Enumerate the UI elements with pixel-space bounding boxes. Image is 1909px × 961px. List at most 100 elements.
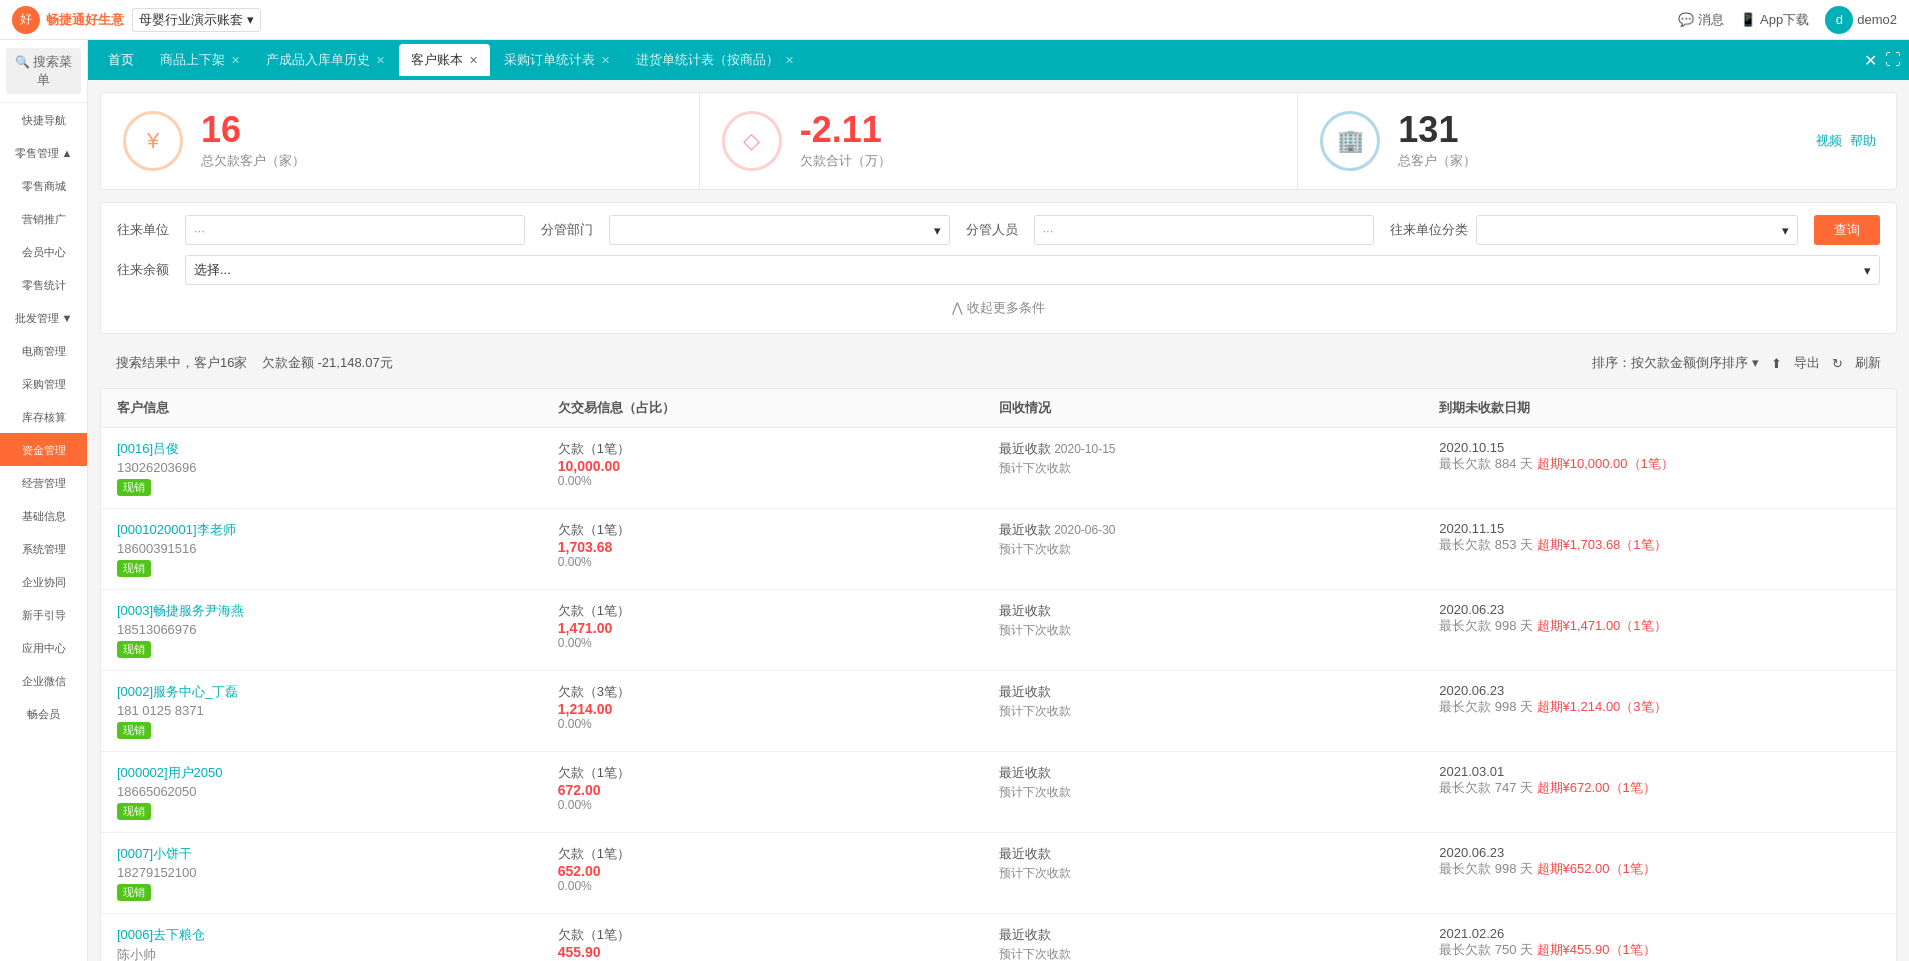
sidebar-item-ops[interactable]: 经营管理 xyxy=(0,466,87,499)
sidebar-item-retail-mgmt[interactable]: 零售管理 ▲ xyxy=(0,136,87,169)
sidebar-item-purchase[interactable]: 采购管理 xyxy=(0,367,87,400)
search-menu-btn[interactable]: 🔍 搜索菜单 xyxy=(6,48,81,94)
customer-contact-3: 181 0125 8371 xyxy=(117,703,204,718)
unit-category-arrow: ▾ xyxy=(1782,223,1789,238)
overdue-link-5[interactable]: 超期¥652.00（1笔） xyxy=(1537,861,1656,876)
sidebar-item-basic[interactable]: 基础信息 xyxy=(0,499,87,532)
debt-pct-5: 0.00% xyxy=(558,879,999,893)
customer-sub-6: 陈小帅 xyxy=(117,946,558,961)
tab-inbound-stats-close[interactable]: ✕ xyxy=(785,54,794,67)
tab-customer-account[interactable]: 客户账本 ✕ xyxy=(399,44,490,76)
source-unit-input[interactable]: ··· xyxy=(185,215,525,245)
unit-category-select[interactable]: ▾ xyxy=(1476,215,1798,245)
dept-select[interactable]: ▾ xyxy=(609,215,949,245)
sidebar-item-retail-stats[interactable]: 零售统计 xyxy=(0,268,87,301)
customer-name-4[interactable]: [000002]用户2050 xyxy=(117,764,558,782)
table-row: [0006]去下粮仓 陈小帅 现销 欠款（1笔） 455.90 0.00% 最近… xyxy=(101,914,1896,961)
tab-purchase-stats-label: 采购订单统计表 xyxy=(504,51,595,69)
sidebar-item-finance[interactable]: 资金管理 xyxy=(0,433,87,466)
header-collection: 回收情况 xyxy=(999,399,1440,417)
balance-select[interactable]: 选择... ▾ xyxy=(185,255,1880,285)
due-date-4: 2021.03.01 xyxy=(1439,764,1880,779)
tab-product-shelf[interactable]: 商品上下架 ✕ xyxy=(148,44,252,76)
sidebar-item-quick-nav[interactable]: 快捷导航 xyxy=(0,103,87,136)
sidebar-item-retail-mall[interactable]: 零售商城 xyxy=(0,169,87,202)
tab-customer-account-close[interactable]: ✕ xyxy=(469,54,478,67)
max-days-3: 最长欠款 998 天 xyxy=(1439,699,1533,714)
person-input[interactable]: ··· xyxy=(1034,215,1374,245)
export-btn[interactable]: 导出 xyxy=(1794,354,1820,372)
stat-card-3: 🏢 131 总客户（家） 视频 帮助 xyxy=(1298,93,1896,189)
stat-label-1: 总欠款客户（家） xyxy=(201,152,679,170)
sidebar-item-enterprise[interactable]: 企业协同 xyxy=(0,565,87,598)
overdue-link-3[interactable]: 超期¥1,214.00（3笔） xyxy=(1537,699,1667,714)
filter-row-1: 往来单位 ··· 分管部门 ▾ 分管人员 xyxy=(117,215,1880,245)
page-content: ¥ 16 总欠款客户（家） ◇ -2.11 欠款合计（万） xyxy=(88,80,1909,961)
stat-number-3: 131 xyxy=(1398,112,1800,148)
sidebar-item-marketing[interactable]: 营销推广 xyxy=(0,202,87,235)
store-selector[interactable]: 母婴行业演示账套 ▾ xyxy=(132,8,261,32)
overdue-link-2[interactable]: 超期¥1,471.00（1笔） xyxy=(1537,618,1667,633)
sidebar-item-batch-mgmt[interactable]: 批发管理 ▼ xyxy=(0,301,87,334)
debt-cell-0: 欠款（1笔） 10,000.00 0.00% xyxy=(558,440,999,488)
debt-amount-3: 1,214.00 xyxy=(558,701,999,717)
table-row: [0016]吕俊 13026203696 现销 欠款（1笔） 10,000.00… xyxy=(101,428,1896,509)
customer-name-3[interactable]: [0002]服务中心_丁磊 xyxy=(117,683,558,701)
overdue-info-3: 最长欠款 998 天 超期¥1,214.00（3笔） xyxy=(1439,698,1880,716)
help-link[interactable]: 帮助 xyxy=(1850,132,1876,150)
avatar-text: d xyxy=(1836,12,1843,27)
debt-count-6: 欠款（1笔） xyxy=(558,926,999,944)
search-btn[interactable]: 查询 xyxy=(1814,215,1880,245)
sort-btn[interactable]: 排序：按欠款金额倒序排序 ▾ xyxy=(1592,354,1759,372)
tab-product-history-close[interactable]: ✕ xyxy=(376,54,385,67)
tab-inbound-stats-label: 进货单统计表（按商品） xyxy=(636,51,779,69)
filter-area: 往来单位 ··· 分管部门 ▾ 分管人员 xyxy=(100,202,1897,334)
dept-arrow: ▾ xyxy=(934,223,941,238)
sidebar-item-wechat[interactable]: 企业微信 xyxy=(0,664,87,697)
customer-sub-0: 13026203696 xyxy=(117,460,558,475)
sidebar-item-app-center[interactable]: 应用中心 xyxy=(0,631,87,664)
dept-label: 分管部门 xyxy=(541,221,601,239)
filter-balance: 往来余额 选择... ▾ xyxy=(117,255,1880,285)
refresh-btn[interactable]: 刷新 xyxy=(1855,354,1881,372)
tab-inbound-stats[interactable]: 进货单统计表（按商品） ✕ xyxy=(624,44,806,76)
overdue-link-4[interactable]: 超期¥672.00（1笔） xyxy=(1537,780,1656,795)
sidebar-item-vip[interactable]: 畅会员 xyxy=(0,697,87,730)
due-cell-3: 2020.06.23 最长欠款 998 天 超期¥1,214.00（3笔） xyxy=(1439,683,1880,716)
collapse-icon: ⋀ xyxy=(952,300,967,315)
tab-close-all-btn[interactable]: ✕ xyxy=(1864,51,1877,70)
video-link[interactable]: 视频 xyxy=(1816,132,1842,150)
sidebar-item-inventory[interactable]: 库存核算 xyxy=(0,400,87,433)
customer-name-5[interactable]: [0007]小饼干 xyxy=(117,845,558,863)
tab-expand-btn[interactable]: ⛶ xyxy=(1885,51,1901,69)
tab-purchase-stats[interactable]: 采购订单统计表 ✕ xyxy=(492,44,622,76)
tab-product-history[interactable]: 产成品入库单历史 ✕ xyxy=(254,44,397,76)
collapse-btn[interactable]: ⋀ 收起更多条件 xyxy=(117,295,1880,321)
overdue-link-0[interactable]: 超期¥10,000.00（1笔） xyxy=(1537,456,1674,471)
customer-name-2[interactable]: [0003]畅捷服务尹海燕 xyxy=(117,602,558,620)
overdue-link-6[interactable]: 超期¥455.90（1笔） xyxy=(1537,942,1656,957)
tab-home[interactable]: 首页 xyxy=(96,44,146,76)
app-download-btn[interactable]: 📱 App下载 xyxy=(1740,11,1809,29)
table-row: [0001020001]李老师 18600391516 现销 欠款（1笔） 1,… xyxy=(101,509,1896,590)
sidebar-item-sys[interactable]: 系统管理 xyxy=(0,532,87,565)
sidebar-item-ecom[interactable]: 电商管理 xyxy=(0,334,87,367)
sidebar-item-member[interactable]: 会员中心 xyxy=(0,235,87,268)
app-download-label: App下载 xyxy=(1760,11,1809,29)
user-profile[interactable]: d demo2 xyxy=(1825,6,1897,34)
customer-name-1[interactable]: [0001020001]李老师 xyxy=(117,521,558,539)
search-menu-label: 搜索菜单 xyxy=(33,54,72,87)
customer-tag-1: 现销 xyxy=(117,560,151,577)
customer-tag-0: 现销 xyxy=(117,479,151,496)
sidebar-item-guide[interactable]: 新手引导 xyxy=(0,598,87,631)
customer-name-6[interactable]: [0006]去下粮仓 xyxy=(117,926,558,944)
collection-cell-5: 最近收款 预计下次收款 xyxy=(999,845,1440,882)
max-days-0: 最长欠款 884 天 xyxy=(1439,456,1533,471)
tab-purchase-stats-close[interactable]: ✕ xyxy=(601,54,610,67)
overdue-link-1[interactable]: 超期¥1,703.68（1笔） xyxy=(1537,537,1667,552)
tab-product-shelf-close[interactable]: ✕ xyxy=(231,54,240,67)
results-actions: 排序：按欠款金额倒序排序 ▾ ⬆ 导出 ↻ 刷新 xyxy=(1592,354,1881,372)
customer-name-0[interactable]: [0016]吕俊 xyxy=(117,440,558,458)
message-btn[interactable]: 💬 消息 xyxy=(1678,11,1724,29)
table-header: 客户信息 欠交易信息（占比） 回收情况 到期未收款日期 xyxy=(101,389,1896,428)
